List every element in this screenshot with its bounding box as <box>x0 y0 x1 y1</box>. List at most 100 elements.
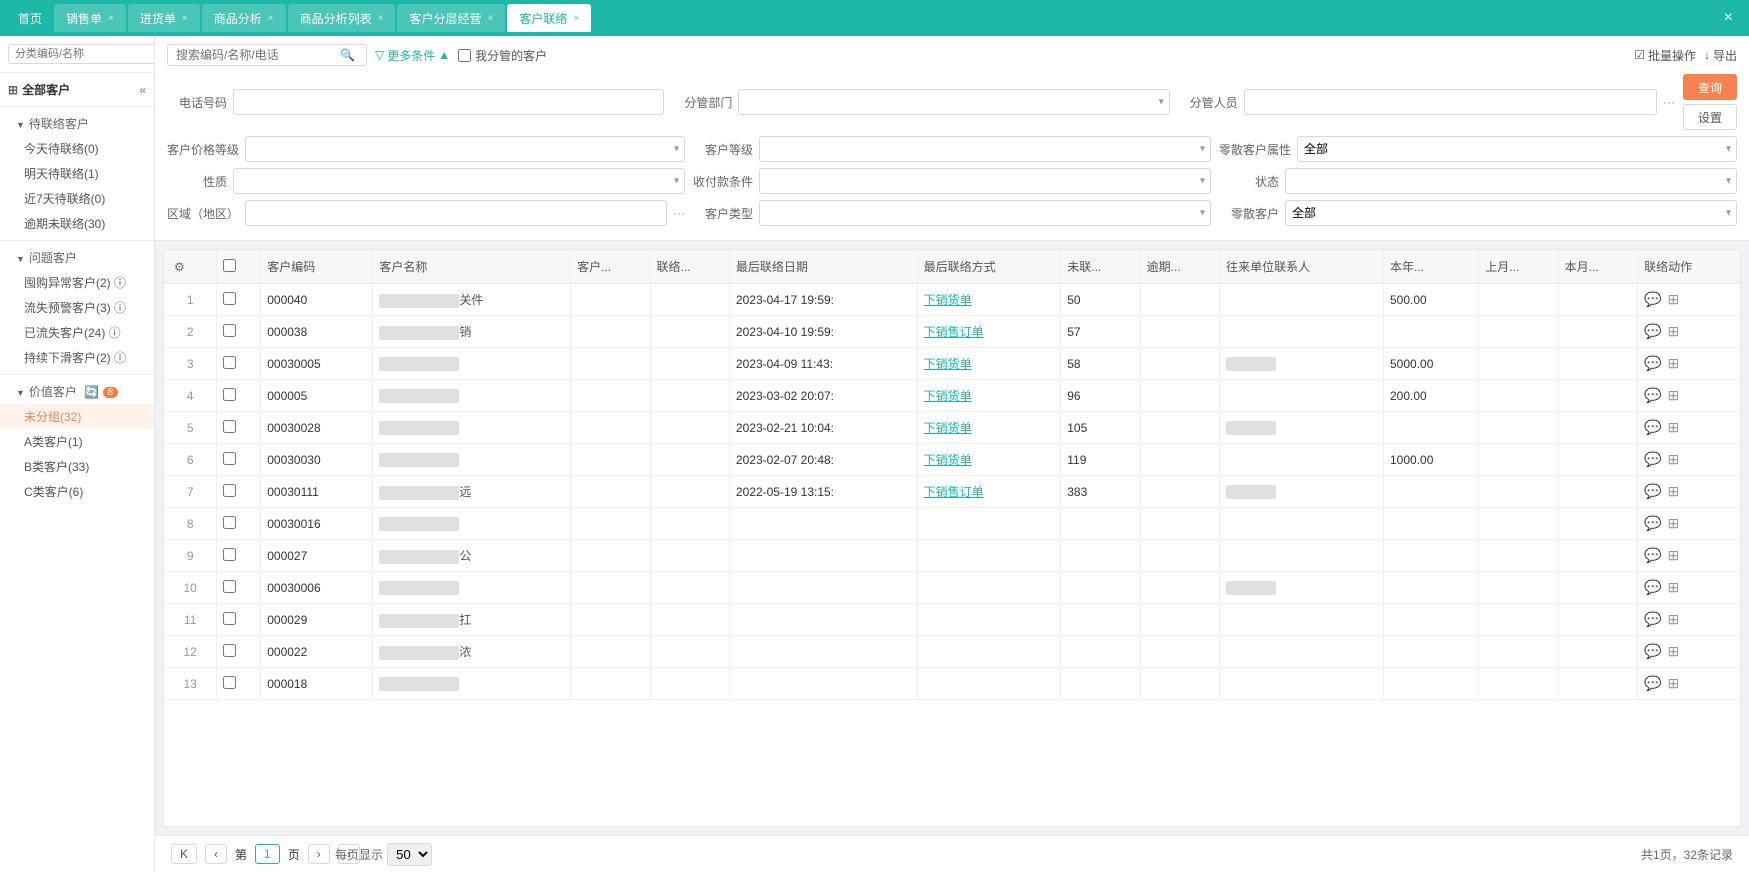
retail-customer-select[interactable]: 全部 <box>1285 200 1737 226</box>
export-btn[interactable]: ↓ 导出 <box>1704 47 1737 64</box>
status-select[interactable] <box>1285 168 1737 194</box>
chat-icon[interactable]: 💬 <box>1644 291 1661 308</box>
grid-action-icon[interactable]: ⊞ <box>1668 387 1680 404</box>
close-window-icon[interactable]: × <box>1716 9 1741 27</box>
tab-customer-contact[interactable]: 客户联络 × <box>507 4 591 32</box>
chat-icon[interactable]: 💬 <box>1644 675 1661 692</box>
row-checkbox[interactable] <box>223 516 236 529</box>
chat-icon[interactable]: 💬 <box>1644 419 1661 436</box>
grid-action-icon[interactable]: ⊞ <box>1668 579 1680 596</box>
chat-icon[interactable]: 💬 <box>1644 547 1661 564</box>
sidebar-item-7day-pending[interactable]: 近7天待联络(0) <box>0 186 154 211</box>
row-checkbox[interactable] <box>223 644 236 657</box>
dept-select[interactable] <box>738 89 1169 115</box>
phone-input[interactable] <box>233 89 664 115</box>
grid-action-icon[interactable]: ⊞ <box>1668 611 1680 628</box>
retail-attr-select[interactable]: 全部 <box>1297 136 1737 162</box>
last-type-link[interactable]: 下销货单 <box>924 357 972 371</box>
sidebar-category-problem[interactable]: ▼问题客户 <box>0 245 154 270</box>
sidebar-item-overdue-pending[interactable]: 逾期未联络(30) <box>0 211 154 236</box>
tab-purchase[interactable]: 进货单 × <box>128 4 200 32</box>
last-type-link[interactable]: 下销售订单 <box>924 485 984 499</box>
search-icon[interactable]: 🔍 <box>340 48 355 62</box>
per-page-select[interactable]: 50 <box>387 843 432 866</box>
row-checkbox[interactable] <box>223 452 236 465</box>
customer-level-select[interactable] <box>759 136 1211 162</box>
chat-icon[interactable]: 💬 <box>1644 579 1661 596</box>
sidebar-item-today-pending[interactable]: 今天待联络(0) <box>0 136 154 161</box>
grid-action-icon[interactable]: ⊞ <box>1668 483 1680 500</box>
row-checkbox[interactable] <box>223 324 236 337</box>
grid-action-icon[interactable]: ⊞ <box>1668 515 1680 532</box>
price-level-select[interactable] <box>245 136 685 162</box>
grid-action-icon[interactable]: ⊞ <box>1668 675 1680 692</box>
collapse-sidebar-icon[interactable]: « <box>139 83 146 97</box>
grid-action-icon[interactable]: ⊞ <box>1668 291 1680 308</box>
grid-action-icon[interactable]: ⊞ <box>1668 419 1680 436</box>
chat-icon[interactable]: 💬 <box>1644 643 1661 660</box>
chat-icon[interactable]: 💬 <box>1644 355 1661 372</box>
sidebar-category-pending[interactable]: ▼待联络客户 <box>0 111 154 136</box>
manager-more-icon[interactable]: ··· <box>1663 95 1675 109</box>
sidebar-item-tomorrow-pending[interactable]: 明天待联络(1) <box>0 161 154 186</box>
close-customer-contact-icon[interactable]: × <box>573 13 579 24</box>
chat-icon[interactable]: 💬 <box>1644 483 1661 500</box>
last-type-link[interactable]: 下销货单 <box>924 293 972 307</box>
prev-page-btn[interactable]: ‹ <box>205 844 227 864</box>
sidebar-item-churn-warn[interactable]: 流失预警客户(3) ⓘ <box>0 295 154 320</box>
row-checkbox[interactable] <box>223 420 236 433</box>
sidebar-search-input[interactable] <box>8 44 155 64</box>
tab-product-analysis-list[interactable]: 商品分析列表 × <box>288 4 396 32</box>
first-page-btn[interactable]: K <box>171 844 197 864</box>
last-type-link[interactable]: 下销货单 <box>924 421 972 435</box>
last-type-link[interactable]: 下销售订单 <box>924 325 984 339</box>
select-all-checkbox[interactable] <box>223 259 236 272</box>
tab-customer-stratify[interactable]: 客户分层经营 × <box>397 4 505 32</box>
customer-type-select[interactable] <box>759 200 1211 226</box>
row-checkbox[interactable] <box>223 484 236 497</box>
close-purchase-tab-icon[interactable]: × <box>182 13 188 24</box>
close-sales-tab-icon[interactable]: × <box>108 13 114 24</box>
all-customers-header[interactable]: ⊞ 全部客户 « <box>0 73 154 102</box>
close-customer-stratify-icon[interactable]: × <box>487 13 493 24</box>
row-checkbox[interactable] <box>223 388 236 401</box>
sidebar-item-a-class[interactable]: A类客户(1) <box>0 429 154 454</box>
close-product-list-tab-icon[interactable]: × <box>378 13 384 24</box>
sidebar-item-declining[interactable]: 持续下滑客户(2) ⓘ <box>0 345 154 370</box>
grid-action-icon[interactable]: ⊞ <box>1668 323 1680 340</box>
grid-action-icon[interactable]: ⊞ <box>1668 547 1680 564</box>
chat-icon[interactable]: 💬 <box>1644 611 1661 628</box>
search-input[interactable] <box>176 48 336 62</box>
sidebar-category-value[interactable]: ▼价值客户 🔄 8 <box>0 379 154 404</box>
sidebar-item-b-class[interactable]: B类客户(33) <box>0 454 154 479</box>
chat-icon[interactable]: 💬 <box>1644 323 1661 340</box>
grid-action-icon[interactable]: ⊞ <box>1668 355 1680 372</box>
last-type-link[interactable]: 下销货单 <box>924 389 972 403</box>
chat-icon[interactable]: 💬 <box>1644 387 1661 404</box>
my-customers-checkbox[interactable] <box>458 49 471 62</box>
region-more-icon[interactable]: ··· <box>673 206 685 220</box>
region-input[interactable] <box>245 200 667 226</box>
row-checkbox[interactable] <box>223 356 236 369</box>
batch-operations-btn[interactable]: ☑ 批量操作 <box>1634 47 1696 64</box>
manager-input[interactable] <box>1244 89 1657 115</box>
next-page-btn[interactable]: › <box>308 844 330 864</box>
query-button[interactable]: 查询 <box>1683 74 1737 100</box>
settings-icon[interactable]: ⚙ <box>164 250 217 284</box>
sidebar-item-churned[interactable]: 已流失客户(24) ⓘ <box>0 320 154 345</box>
chat-icon[interactable]: 💬 <box>1644 451 1661 468</box>
row-checkbox[interactable] <box>223 292 236 305</box>
close-product-analysis-tab-icon[interactable]: × <box>268 13 274 24</box>
row-checkbox[interactable] <box>223 676 236 689</box>
row-checkbox[interactable] <box>223 548 236 561</box>
chat-icon[interactable]: 💬 <box>1644 515 1661 532</box>
tab-product-analysis[interactable]: 商品分析 × <box>202 4 286 32</box>
more-conditions-btn[interactable]: ▽ 更多条件 ▲ <box>375 47 450 64</box>
sidebar-item-ungroup[interactable]: 未分组(32) <box>0 404 154 429</box>
sidebar-item-c-class[interactable]: C类客户(6) <box>0 479 154 504</box>
reset-button[interactable]: 设置 <box>1683 104 1737 130</box>
payment-select[interactable] <box>759 168 1211 194</box>
sidebar-item-hoarding[interactable]: 囤购异常客户(2) ⓘ <box>0 270 154 295</box>
row-checkbox[interactable] <box>223 612 236 625</box>
nature-select[interactable] <box>233 168 685 194</box>
